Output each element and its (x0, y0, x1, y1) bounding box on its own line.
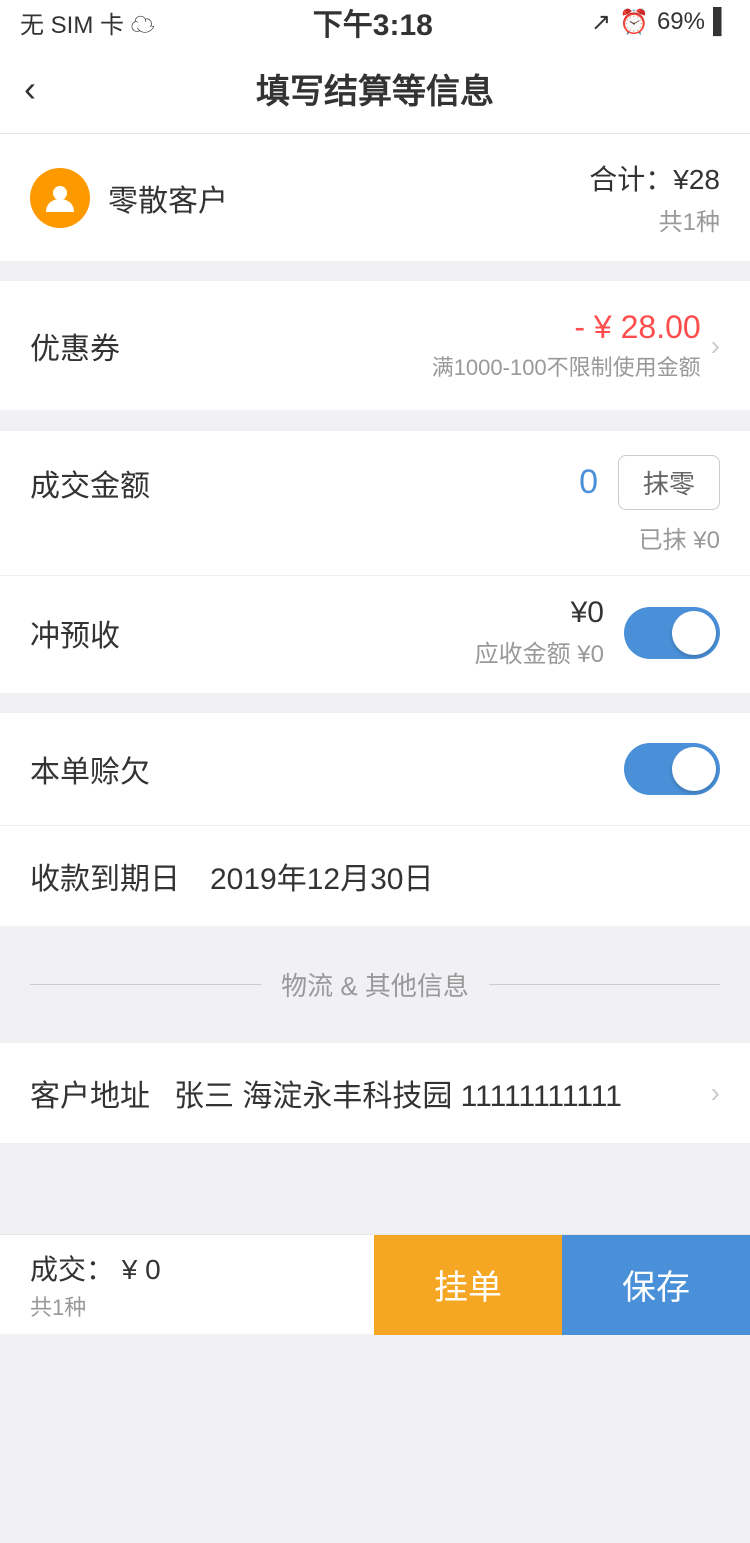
status-bar: 无 SIM 卡 ☁ 下午3:18 ↗ ⏰ 69% ▌ (0, 0, 750, 44)
logistics-line-left (30, 984, 261, 985)
amount-row: 成交金额 0 抹零 (30, 455, 720, 520)
logistics-line-right (489, 984, 720, 985)
advance-sub-value: 应收金额 ¥0 (475, 634, 604, 669)
coupon-label: 优惠券 (30, 324, 120, 368)
logistics-section: 物流 & 其他信息 (0, 946, 750, 1023)
advance-toggle-knob (672, 611, 716, 655)
bottom-bar: 成交： ¥ 0 共1种 挂单 保存 (0, 1234, 750, 1334)
advance-values: ¥0 应收金额 ¥0 (475, 596, 604, 669)
debt-toggle-knob (672, 747, 716, 791)
location-icon: ↗ (591, 8, 611, 37)
page-title: 填写结算等信息 (256, 64, 494, 113)
due-row: 收款到期日 2019年12月30日 (30, 854, 720, 898)
address-chevron-icon: › (711, 1077, 720, 1109)
status-right: ↗ ⏰ 69% ▌ (591, 8, 730, 37)
bottom-summary-label: 成交： (30, 1254, 114, 1285)
coupon-desc: 满1000-100不限制使用金额 (432, 350, 701, 382)
customer-name: 零散客户 (108, 176, 228, 220)
amount-section: 成交金额 0 抹零 已抹 ¥0 (0, 431, 750, 575)
amount-sub: 已抹 ¥0 (30, 520, 720, 575)
logistics-label: 物流 & 其他信息 (261, 966, 489, 1003)
divider-1 (0, 261, 750, 281)
address-section[interactable]: 客户地址 张三 海淀永丰科技园 11111111111 › (0, 1043, 750, 1143)
advance-toggle[interactable] (624, 607, 720, 659)
divider-5 (0, 1023, 750, 1043)
nav-bar: ‹ 填写结算等信息 (0, 44, 750, 134)
user-icon (42, 180, 78, 216)
hold-button[interactable]: 挂单 (374, 1235, 562, 1335)
address-value: 张三 海淀永丰科技园 11111111111 (174, 1071, 711, 1115)
advance-row: 冲预收 ¥0 应收金额 ¥0 (30, 596, 720, 669)
alarm-icon: ⏰ (619, 8, 649, 37)
advance-section: 冲预收 ¥0 应收金额 ¥0 (0, 575, 750, 693)
back-button[interactable]: ‹ (24, 68, 36, 110)
bottom-summary-top: 成交： ¥ 0 (30, 1248, 344, 1288)
coupon-info: - ¥ 28.00 满1000-100不限制使用金额 (432, 309, 701, 382)
bottom-summary-count: 共1种 (30, 1290, 344, 1322)
sim-signal: 无 SIM 卡 ☁ (20, 5, 155, 40)
total-amount: 合计：¥28 (589, 158, 720, 198)
coupon-discount: - ¥ 28.00 (432, 309, 701, 346)
battery-level: 69% (657, 8, 705, 36)
amount-right: 0 抹零 (579, 455, 720, 510)
advance-label: 冲预收 (30, 611, 120, 655)
advance-right: ¥0 应收金额 ¥0 (475, 596, 720, 669)
divider-2 (0, 411, 750, 431)
coupon-right: - ¥ 28.00 满1000-100不限制使用金额 › (432, 309, 720, 382)
amount-label: 成交金额 (30, 461, 150, 505)
debt-label: 本单赊欠 (30, 747, 150, 791)
coupon-chevron-icon: › (711, 330, 720, 362)
customer-right: 合计：¥28 共1种 (589, 158, 720, 237)
status-time: 下午3:18 (313, 0, 433, 44)
save-button[interactable]: 保存 (562, 1235, 750, 1335)
total-count: 共1种 (589, 202, 720, 237)
debt-toggle[interactable] (624, 743, 720, 795)
due-section: 收款到期日 2019年12月30日 (0, 825, 750, 926)
due-value: 2019年12月30日 (210, 854, 433, 898)
hold-button-label: 挂单 (434, 1260, 502, 1309)
divider-3 (0, 693, 750, 713)
status-left: 无 SIM 卡 ☁ (20, 5, 155, 40)
due-label: 收款到期日 (30, 854, 180, 898)
debt-section: 本单赊欠 (0, 713, 750, 825)
customer-left: 零散客户 (30, 168, 228, 228)
customer-row: 零散客户 合计：¥28 共1种 (0, 134, 750, 261)
divider-4 (0, 926, 750, 946)
bottom-summary-amount: ¥ 0 (122, 1254, 161, 1285)
customer-avatar (30, 168, 90, 228)
advance-main-value: ¥0 (475, 596, 604, 630)
save-button-label: 保存 (622, 1260, 690, 1309)
round-button[interactable]: 抹零 (618, 455, 720, 510)
address-label: 客户地址 (30, 1071, 150, 1115)
coupon-row[interactable]: 优惠券 - ¥ 28.00 满1000-100不限制使用金额 › (0, 281, 750, 411)
battery-icon: ▌ (713, 8, 730, 36)
bottom-summary: 成交： ¥ 0 共1种 (0, 1248, 374, 1322)
amount-value: 0 (579, 463, 598, 502)
